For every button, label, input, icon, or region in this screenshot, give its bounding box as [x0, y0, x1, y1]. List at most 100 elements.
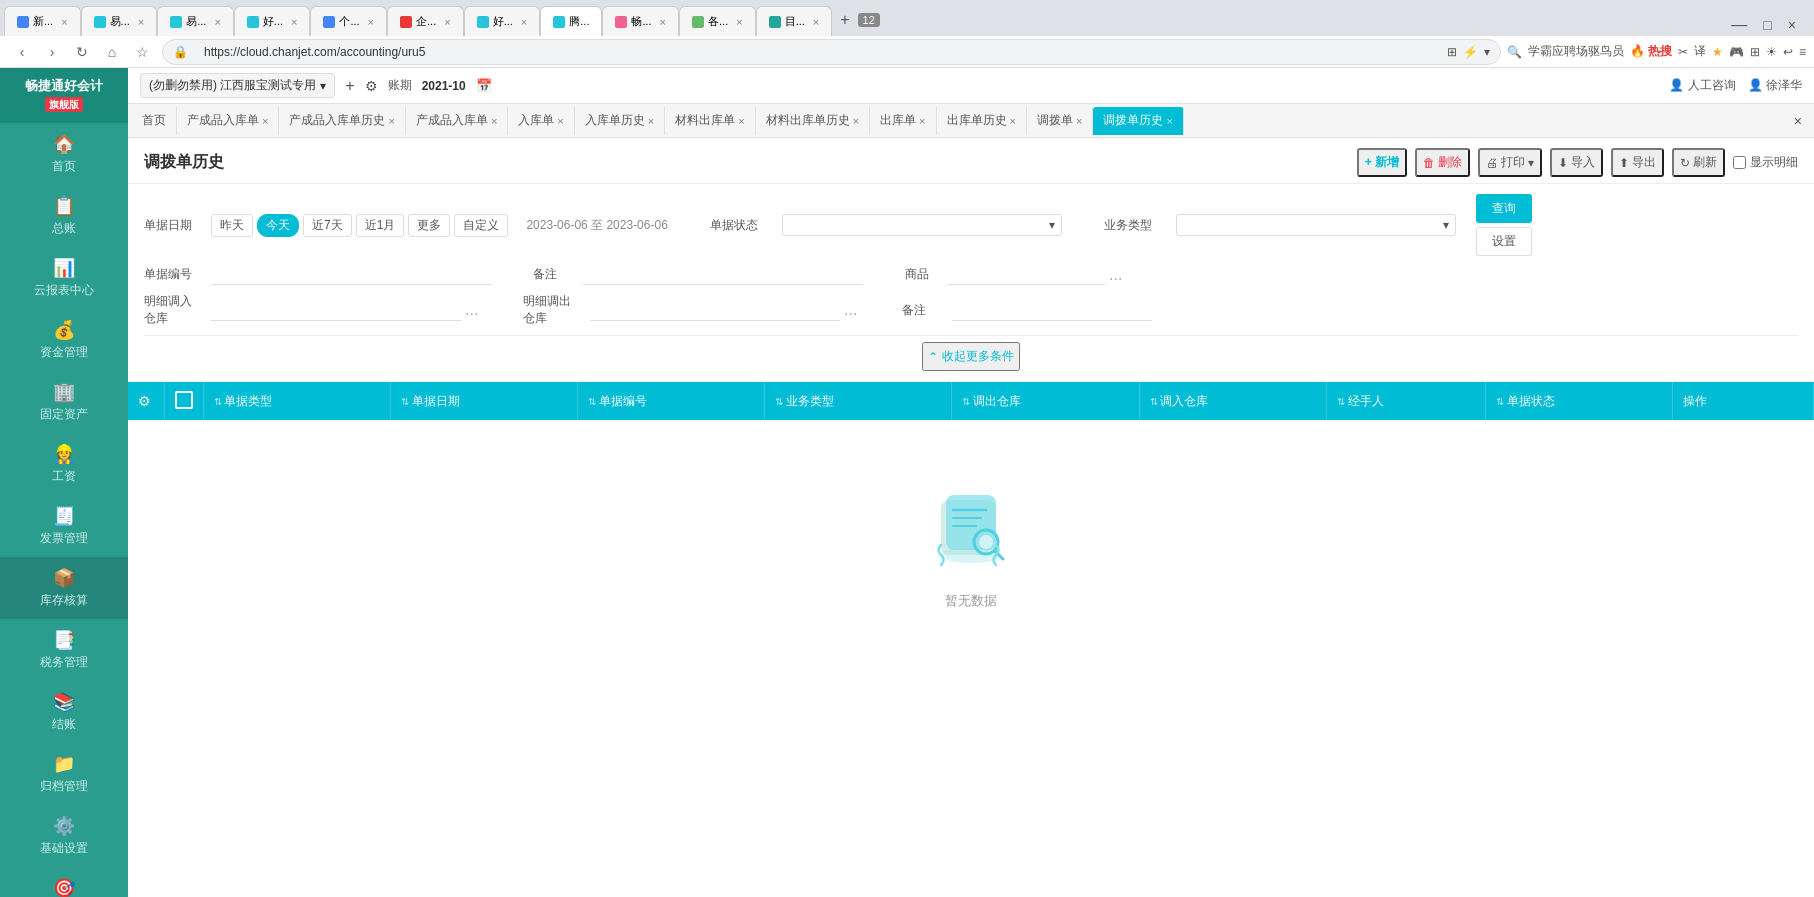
th-to-warehouse[interactable]: ⇅ 调入仓库: [1139, 382, 1326, 420]
refresh-nav-btn[interactable]: ↻: [68, 38, 96, 66]
detail-out-dots[interactable]: ...: [844, 301, 857, 319]
th-gear[interactable]: ⚙: [128, 382, 164, 420]
maximize-btn[interactable]: □: [1757, 15, 1777, 35]
date-btn-custom[interactable]: 自定义: [454, 214, 508, 237]
tab-transfer-history[interactable]: 调拨单历史 ×: [1093, 107, 1183, 135]
new-btn[interactable]: + 新增: [1357, 148, 1407, 177]
delete-btn[interactable]: 🗑 删除: [1415, 148, 1470, 177]
company-selector[interactable]: (勿删勿禁用) 江西服宝测试专用 ▾: [140, 73, 335, 98]
back-btn[interactable]: ‹: [8, 38, 36, 66]
tab-close-4[interactable]: ×: [557, 115, 563, 127]
date-btn-today[interactable]: 今天: [257, 214, 299, 237]
th-from-warehouse[interactable]: ⇅ 调出仓库: [952, 382, 1139, 420]
customer-service[interactable]: 👤 人工咨询: [1669, 77, 1735, 94]
sidebar-item-ledger[interactable]: 📋 总账: [0, 185, 128, 247]
browser-tab-active[interactable]: 腾...: [540, 6, 602, 36]
th-doc-no[interactable]: ⇅ 单据编号: [577, 382, 764, 420]
home-btn[interactable]: ⌂: [98, 38, 126, 66]
sidebar-item-home[interactable]: 🏠 首页: [0, 123, 128, 185]
tab-close-10[interactable]: ×: [1076, 115, 1082, 127]
display-toggle-checkbox[interactable]: [1733, 156, 1746, 169]
sidebar-item-invoice[interactable]: 🧾 发票管理: [0, 495, 128, 557]
docno-input[interactable]: [211, 264, 491, 285]
tab-close-2[interactable]: ×: [388, 115, 394, 127]
tab-transfer[interactable]: 调拨单 ×: [1027, 107, 1093, 135]
user-avatar[interactable]: 👤 徐泽华: [1748, 77, 1802, 94]
tab-product-in[interactable]: 产成品入库单 ×: [177, 107, 279, 135]
refresh-btn[interactable]: ↻ 刷新: [1672, 148, 1725, 177]
tab-outbound-history[interactable]: 出库单历史 ×: [937, 107, 1027, 135]
query-button[interactable]: 查询: [1476, 194, 1532, 223]
sidebar-item-settings[interactable]: ⚙️ 基础设置: [0, 805, 128, 867]
browser-tab-3[interactable]: 易...×: [157, 6, 234, 36]
tab-close-11[interactable]: ×: [1166, 115, 1172, 127]
th-doc-date[interactable]: ⇅ 单据日期: [390, 382, 577, 420]
date-btn-7days[interactable]: 近7天: [303, 214, 352, 237]
sidebar-item-close[interactable]: 📚 结账: [0, 681, 128, 743]
minimize-btn[interactable]: —: [1725, 14, 1753, 36]
tab-inbound-history[interactable]: 入库单历史 ×: [575, 107, 665, 135]
browser-tab-2[interactable]: 易...×: [81, 6, 158, 36]
browser-tab-8[interactable]: 畅...×: [602, 6, 679, 36]
goods-input[interactable]: [947, 264, 1105, 285]
browser-tab-9[interactable]: 各...×: [679, 6, 756, 36]
date-btn-1month[interactable]: 近1月: [356, 214, 405, 237]
print-btn[interactable]: 🖨 打印 ▾: [1478, 148, 1542, 177]
import-btn[interactable]: ⬇ 导入: [1550, 148, 1603, 177]
forward-btn[interactable]: ›: [38, 38, 66, 66]
sidebar-item-guide[interactable]: 🎯 新手引导: [0, 867, 128, 897]
add-company-btn[interactable]: +: [345, 77, 354, 95]
browser-tab-10[interactable]: 目...×: [756, 6, 833, 36]
sidebar-item-reports[interactable]: 📊 云报表中心: [0, 247, 128, 309]
calendar-icon[interactable]: 📅: [476, 78, 492, 93]
th-biz-type[interactable]: ⇅ 业务类型: [765, 382, 952, 420]
tab-close-8[interactable]: ×: [919, 115, 925, 127]
tab-close-5[interactable]: ×: [648, 115, 654, 127]
th-checkbox[interactable]: [164, 382, 203, 420]
tab-product-in-history[interactable]: 产成品入库单历史 ×: [279, 107, 405, 135]
tab-close-7[interactable]: ×: [853, 115, 859, 127]
detail-out-input[interactable]: [590, 300, 840, 321]
detail-in-input[interactable]: [211, 300, 461, 321]
company-settings-btn[interactable]: ⚙: [365, 78, 378, 94]
date-btn-yesterday[interactable]: 昨天: [211, 214, 253, 237]
tab-close-6[interactable]: ×: [738, 115, 744, 127]
close-btn[interactable]: ×: [1782, 15, 1802, 35]
tab-close-9[interactable]: ×: [1010, 115, 1016, 127]
sidebar-item-wages[interactable]: 👷 工资: [0, 433, 128, 495]
header-checkbox[interactable]: [175, 391, 193, 409]
tab-outbound[interactable]: 出库单 ×: [870, 107, 936, 135]
tab-home[interactable]: 首页: [132, 107, 177, 135]
date-btn-more[interactable]: 更多: [408, 214, 450, 237]
tab-material-out[interactable]: 材料出库单 ×: [665, 107, 755, 135]
th-doc-type[interactable]: ⇅ 单据类型: [203, 382, 390, 420]
sidebar-item-assets[interactable]: 🏢 固定资产: [0, 371, 128, 433]
export-btn[interactable]: ⬆ 导出: [1611, 148, 1664, 177]
browser-tab-5[interactable]: 个...×: [310, 6, 387, 36]
browser-tab-7[interactable]: 好...×: [464, 6, 541, 36]
status-select[interactable]: ▾: [782, 214, 1062, 236]
browser-tab-1[interactable]: 新...×: [4, 6, 81, 36]
collapse-filter-btn[interactable]: ⌃ 收起更多条件: [922, 342, 1020, 371]
th-doc-status[interactable]: ⇅ 单据状态: [1485, 382, 1672, 420]
goods-dots[interactable]: ...: [1109, 266, 1122, 284]
sidebar-item-funds[interactable]: 💰 资金管理: [0, 309, 128, 371]
biz-type-select[interactable]: ▾: [1176, 214, 1456, 236]
tab-inbound[interactable]: 入库单 ×: [508, 107, 574, 135]
tab-product-in2[interactable]: 产成品入库单 ×: [406, 107, 508, 135]
th-handler[interactable]: ⇅ 经手人: [1326, 382, 1485, 420]
detail-in-dots[interactable]: ...: [465, 301, 478, 319]
remark-input[interactable]: [583, 264, 863, 285]
menu-icon[interactable]: ≡: [1799, 45, 1806, 59]
remark2-input[interactable]: [952, 300, 1152, 321]
sidebar-item-archive[interactable]: 📁 归档管理: [0, 743, 128, 805]
tab-close-3[interactable]: ×: [491, 115, 497, 127]
browser-tab-4[interactable]: 好...×: [234, 6, 311, 36]
sidebar-item-inventory[interactable]: 📦 库存核算: [0, 557, 128, 619]
address-input[interactable]: [194, 40, 1441, 64]
tab-close-all-btn[interactable]: ×: [1786, 113, 1810, 129]
tab-close-1[interactable]: ×: [262, 115, 268, 127]
sidebar-item-tax[interactable]: 📑 税务管理: [0, 619, 128, 681]
bookmark-btn[interactable]: ☆: [128, 38, 156, 66]
dropdown-nav-icon[interactable]: ▾: [1484, 45, 1490, 59]
